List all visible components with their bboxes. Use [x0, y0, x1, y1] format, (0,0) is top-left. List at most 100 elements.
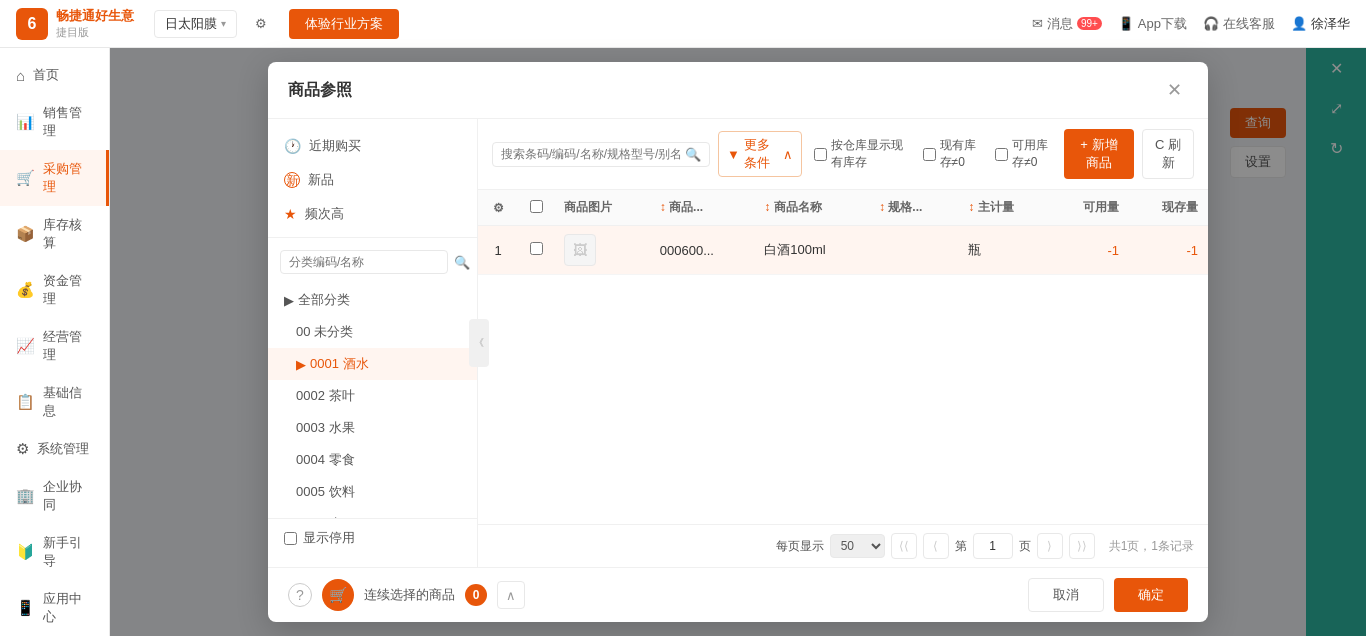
product-panel: 🔍 ▼ 更多条件 ∧ 按仓库显示现有库存: [478, 119, 1208, 567]
nav-selector[interactable]: 日太阳膜 ▾: [154, 10, 237, 38]
top-nav: 6 畅捷通好生意 捷目版 日太阳膜 ▾ ⚙ 体验行业方案 ✉ 消息 99+ 📱 …: [0, 0, 1366, 48]
sidebar-item-inventory[interactable]: 📦 库存核算: [0, 206, 109, 262]
sidebar-item-guide[interactable]: 🔰 新手引导: [0, 524, 109, 580]
pagination-bar: 每页显示 50 100 200 ⟨⟨ ⟨ 第 页 ⟩: [478, 524, 1208, 567]
confirm-button[interactable]: 确定: [1114, 578, 1188, 612]
table-row[interactable]: 1 🖼: [478, 226, 1208, 275]
check-usable[interactable]: [995, 148, 1008, 161]
row-code: 000600...: [650, 226, 755, 275]
modal-footer: ? 🛒 连续选择的商品 0 ∧ 取消 确定: [268, 567, 1208, 622]
logo-icon: 6: [16, 8, 48, 40]
footer-collapse-button[interactable]: ∧: [497, 581, 525, 609]
cat-new-items[interactable]: 新 新品: [268, 163, 477, 197]
help-button[interactable]: ?: [288, 583, 312, 607]
check-usable-item[interactable]: 可用库存≠0: [995, 137, 1056, 171]
check-warehouse-item[interactable]: 按仓库显示现有库存: [814, 137, 911, 171]
sidebar-item-basic[interactable]: 📋 基础信息: [0, 374, 109, 430]
show-disabled-checkbox[interactable]: [284, 532, 297, 545]
col-unit-header[interactable]: ↕ 主计量: [958, 190, 1050, 226]
sidebar-item-operations[interactable]: 📈 经营管理: [0, 318, 109, 374]
next-page-button[interactable]: ⟩: [1037, 533, 1063, 559]
new-product-button[interactable]: + 新增商品: [1064, 129, 1134, 179]
cart-button[interactable]: 🛒: [322, 579, 354, 611]
cat-0008[interactable]: 0008 水: [268, 508, 477, 518]
cat-collapse-button[interactable]: 《: [469, 319, 489, 367]
system-icon: ⚙: [16, 440, 29, 458]
product-thumbnail: 🖼: [564, 234, 596, 266]
col-check-header[interactable]: [518, 190, 554, 226]
content-area: 查询 设置 ✕ ⤢ ↻ 商品参照 ✕: [110, 48, 1366, 636]
product-table: ⚙ 商品图片: [478, 190, 1208, 275]
product-search-input[interactable]: [501, 147, 681, 161]
nav-right: ✉ 消息 99+ 📱 App下载 🎧 在线客服 👤 徐泽华: [1032, 15, 1350, 33]
cat-all[interactable]: ▶ 全部分类: [268, 284, 477, 316]
cat-0004[interactable]: 0004 零食: [268, 444, 477, 476]
modal-header: 商品参照 ✕: [268, 62, 1208, 119]
finance-icon: 💰: [16, 281, 35, 299]
new-icon: 新: [284, 172, 300, 188]
category-tree: ▶ 全部分类 00 未分类 ▶ 0001 酒水 0002 茶: [268, 280, 477, 518]
toolbar-right: + 新增商品 C 刷新: [1064, 129, 1194, 179]
product-search-icon[interactable]: 🔍: [685, 147, 701, 162]
show-disabled-label[interactable]: 显示停用: [303, 529, 355, 547]
page-number-input[interactable]: [973, 533, 1013, 559]
prev-page-button[interactable]: ⟨: [923, 533, 949, 559]
operations-icon: 📈: [16, 337, 35, 355]
check-warehouse-label[interactable]: 按仓库显示现有库存: [831, 137, 911, 171]
cat-search-icon[interactable]: 🔍: [454, 255, 470, 270]
first-page-button[interactable]: ⟨⟨: [891, 533, 917, 559]
table-body: 1 🖼: [478, 226, 1208, 275]
select-all-checkbox[interactable]: [530, 200, 543, 213]
row-checkbox-cell[interactable]: [518, 226, 554, 275]
messages-badge: 99+: [1077, 17, 1102, 30]
product-search-box: 🔍: [492, 142, 710, 167]
sidebar-item-enterprise[interactable]: 🏢 企业协同: [0, 468, 109, 524]
cat-00[interactable]: 00 未分类: [268, 316, 477, 348]
cat-all-arrow-icon: ▶: [284, 293, 294, 308]
sort-spec-icon: ↕: [879, 200, 885, 214]
product-modal: 商品参照 ✕ 🕐 近期购买 新 新品: [268, 62, 1208, 622]
gear-button[interactable]: ⚙: [245, 8, 277, 40]
row-image-cell: 🖼: [554, 226, 650, 275]
col-spec-header[interactable]: ↕ 规格...: [869, 190, 958, 226]
modal-close-button[interactable]: ✕: [1160, 76, 1188, 104]
check-available[interactable]: [923, 148, 936, 161]
online-service-button[interactable]: 🎧 在线客服: [1203, 15, 1275, 33]
refresh-button[interactable]: C 刷新: [1142, 129, 1194, 179]
app-download-button[interactable]: 📱 App下载: [1118, 15, 1187, 33]
cancel-button[interactable]: 取消: [1028, 578, 1104, 612]
check-available-label[interactable]: 现有库存≠0: [940, 137, 984, 171]
sidebar-item-apps[interactable]: 📱 应用中心: [0, 580, 109, 636]
col-settings-header[interactable]: ⚙: [478, 190, 518, 226]
cat-search-area: 🔍: [268, 244, 477, 280]
cat-0003[interactable]: 0003 水果: [268, 412, 477, 444]
col-code-header[interactable]: ↕ 商品...: [650, 190, 755, 226]
table-header-row: ⚙ 商品图片: [478, 190, 1208, 226]
col-name-header[interactable]: ↕ 商品名称: [754, 190, 869, 226]
sort-up-icon: ↕: [660, 200, 666, 214]
filter-button[interactable]: ▼ 更多条件 ∧: [718, 131, 802, 177]
check-usable-label[interactable]: 可用库存≠0: [1012, 137, 1056, 171]
sidebar-item-home[interactable]: ⌂ 首页: [0, 56, 109, 94]
trial-button[interactable]: 体验行业方案: [289, 9, 399, 39]
main-layout: ⌂ 首页 📊 销售管理 🛒 采购管理 📦 库存核算 💰 资金管理 📈 经营管理 …: [0, 48, 1366, 636]
messages-button[interactable]: ✉ 消息 99+: [1032, 15, 1102, 33]
last-page-button[interactable]: ⟩⟩: [1069, 533, 1095, 559]
product-toolbar: 🔍 ▼ 更多条件 ∧ 按仓库显示现有库存: [478, 119, 1208, 190]
filter-collapse-icon: ∧: [783, 147, 793, 162]
cat-search-input[interactable]: [280, 250, 448, 274]
sidebar-item-sales[interactable]: 📊 销售管理: [0, 94, 109, 150]
user-menu[interactable]: 👤 徐泽华: [1291, 15, 1350, 33]
check-warehouse[interactable]: [814, 148, 827, 161]
row-checkbox[interactable]: [530, 242, 543, 255]
sidebar-item-purchase[interactable]: 🛒 采购管理: [0, 150, 109, 206]
cat-frequent-items[interactable]: ★ 频次高: [268, 197, 477, 231]
check-available-item[interactable]: 现有库存≠0: [923, 137, 984, 171]
cat-recent-purchase[interactable]: 🕐 近期购买: [268, 129, 477, 163]
per-page-select[interactable]: 50 100 200: [830, 534, 885, 558]
cat-0001[interactable]: ▶ 0001 酒水: [268, 348, 477, 380]
sidebar-item-system[interactable]: ⚙ 系统管理: [0, 430, 109, 468]
sidebar-item-finance[interactable]: 💰 资金管理: [0, 262, 109, 318]
cat-0002[interactable]: 0002 茶叶: [268, 380, 477, 412]
cat-0005[interactable]: 0005 饮料: [268, 476, 477, 508]
